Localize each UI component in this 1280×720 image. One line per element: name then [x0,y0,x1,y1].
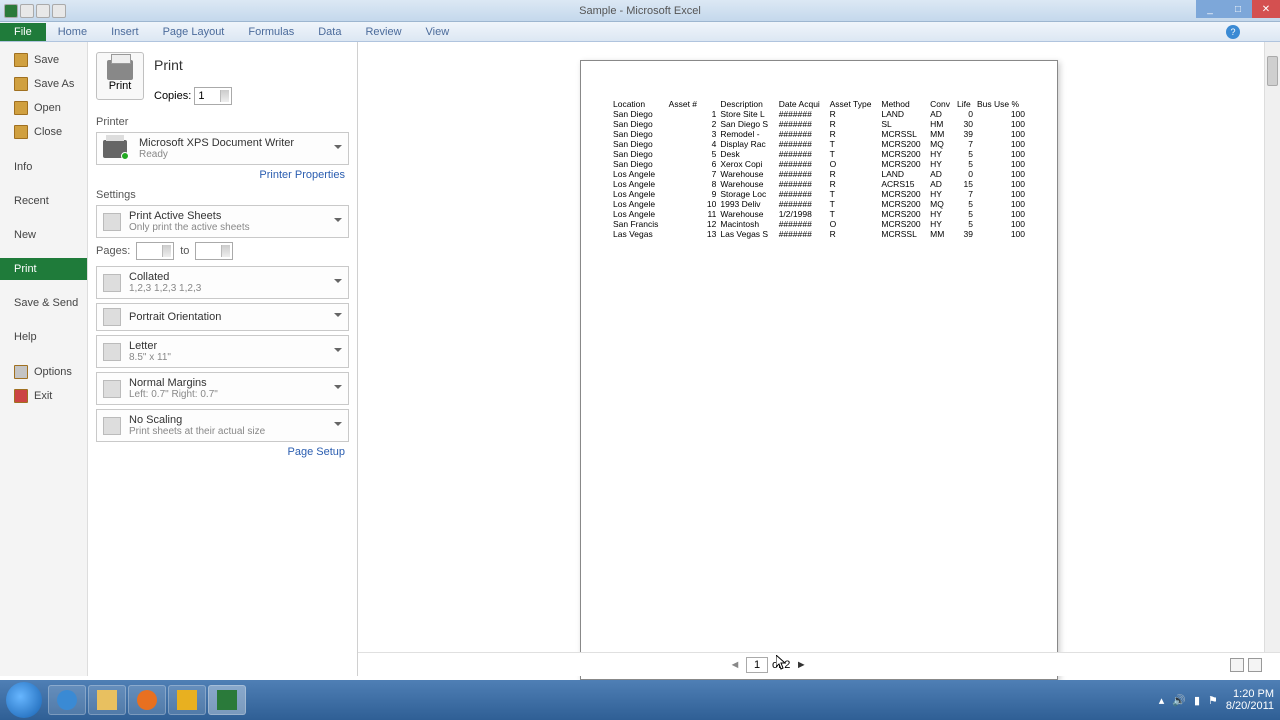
tab-review[interactable]: Review [353,23,413,41]
tab-insert[interactable]: Insert [99,23,151,41]
settings-section-header: Settings [96,189,349,201]
copies-label: Copies: [154,90,191,102]
printer-icon [107,60,133,80]
printer-section-header: Printer [96,116,349,128]
preview-table: LocationAsset #DescriptionDate AcquiAsse… [611,99,1027,239]
nav-recent[interactable]: Recent [0,190,87,212]
sheets-icon [103,213,121,231]
help-icon[interactable]: ? [1226,25,1240,39]
tray-volume-icon[interactable]: 🔊 [1172,694,1186,707]
taskbar-excel[interactable] [208,685,246,715]
nav-info[interactable]: Info [0,156,87,178]
collate-select[interactable]: Collated1,2,3 1,2,3 1,2,3 [96,266,349,299]
backstage-nav: Save Save As Open Close Info Recent New … [0,42,88,676]
chevron-down-icon [334,313,342,321]
print-settings-panel: Print Print Copies: 1 Printer Microsoft … [88,42,358,676]
nav-open[interactable]: Open [0,96,87,120]
taskbar-ie[interactable] [48,685,86,715]
redo-icon[interactable] [52,4,66,18]
taskbar-media[interactable] [128,685,166,715]
nav-options[interactable]: Options [0,360,87,384]
save-icon[interactable] [20,4,34,18]
pages-from-spinner[interactable] [136,242,174,260]
pages-to-spinner[interactable] [195,242,233,260]
nav-print[interactable]: Print [0,258,87,280]
next-page-button[interactable]: ► [794,658,808,672]
print-what-select[interactable]: Print Active SheetsOnly print the active… [96,205,349,238]
chevron-down-icon [334,145,342,153]
taskbar-explorer[interactable] [88,685,126,715]
chevron-down-icon [334,348,342,356]
maximize-button[interactable]: □ [1224,0,1252,18]
nav-save-as[interactable]: Save As [0,72,87,96]
printer-select[interactable]: Microsoft XPS Document Writer Ready [96,132,349,165]
minimize-button[interactable]: _ [1196,0,1224,18]
chevron-down-icon [334,218,342,226]
tab-view[interactable]: View [414,23,462,41]
tab-file[interactable]: File [0,23,46,41]
title-bar: Sample - Microsoft Excel _ □ ✕ [0,0,1280,22]
chevron-down-icon [334,422,342,430]
taskbar-outlook[interactable] [168,685,206,715]
show-margins-button[interactable] [1230,658,1244,672]
zoom-to-page-button[interactable] [1248,658,1262,672]
tray-up-icon[interactable]: ▴ [1159,694,1165,707]
tab-home[interactable]: Home [46,23,99,41]
close-button[interactable]: ✕ [1252,0,1280,18]
paper-icon [103,343,121,361]
start-button[interactable] [6,682,42,718]
system-tray[interactable]: ▴ 🔊 ▮ ⚑ 1:20 PM 8/20/2011 [1159,688,1274,712]
scaling-select[interactable]: No ScalingPrint sheets at their actual s… [96,409,349,442]
scaling-icon [103,417,121,435]
ribbon-tabs: File Home Insert Page Layout Formulas Da… [0,22,1280,42]
page-number-input[interactable] [746,657,768,673]
excel-icon [4,4,18,18]
tab-page-layout[interactable]: Page Layout [151,23,237,41]
window-title: Sample - Microsoft Excel [579,5,701,17]
margins-select[interactable]: Normal MarginsLeft: 0.7" Right: 0.7" [96,372,349,405]
nav-help[interactable]: Help [0,326,87,348]
page-setup-link[interactable]: Page Setup [100,446,345,458]
prev-page-button[interactable]: ◄ [728,658,742,672]
nav-save-send[interactable]: Save & Send [0,292,87,314]
tray-network-icon[interactable]: ▮ [1194,694,1200,707]
page-nav-bar: ◄ of 2 ► [358,652,1280,676]
printer-properties-link[interactable]: Printer Properties [100,169,345,181]
chevron-down-icon [334,385,342,393]
paper-size-select[interactable]: Letter8.5" x 11" [96,335,349,368]
print-preview-area: LocationAsset #DescriptionDate AcquiAsse… [358,42,1280,676]
nav-exit[interactable]: Exit [0,384,87,408]
tab-data[interactable]: Data [306,23,353,41]
taskbar[interactable]: ▴ 🔊 ▮ ⚑ 1:20 PM 8/20/2011 [0,680,1280,720]
pages-row: Pages: to [96,242,349,260]
copies-spinner[interactable]: 1 [194,87,232,105]
nav-save[interactable]: Save [0,48,87,72]
collate-icon [103,274,121,292]
nav-close[interactable]: Close [0,120,87,144]
print-button[interactable]: Print [96,52,144,100]
preview-sheet: LocationAsset #DescriptionDate AcquiAsse… [580,60,1058,680]
margins-icon [103,380,121,398]
print-heading: Print [154,57,232,73]
clock[interactable]: 1:20 PM 8/20/2011 [1226,688,1274,712]
undo-icon[interactable] [36,4,50,18]
pages-label: Pages: [96,245,130,257]
quick-access-toolbar [0,4,66,18]
printer-status-icon [103,140,127,158]
orientation-icon [103,308,121,326]
page-of-label: of 2 [772,659,790,671]
nav-new[interactable]: New [0,224,87,246]
tab-formulas[interactable]: Formulas [236,23,306,41]
preview-scrollbar[interactable] [1264,42,1280,652]
chevron-down-icon [334,279,342,287]
orientation-select[interactable]: Portrait Orientation [96,303,349,331]
tray-flag-icon[interactable]: ⚑ [1208,694,1218,707]
